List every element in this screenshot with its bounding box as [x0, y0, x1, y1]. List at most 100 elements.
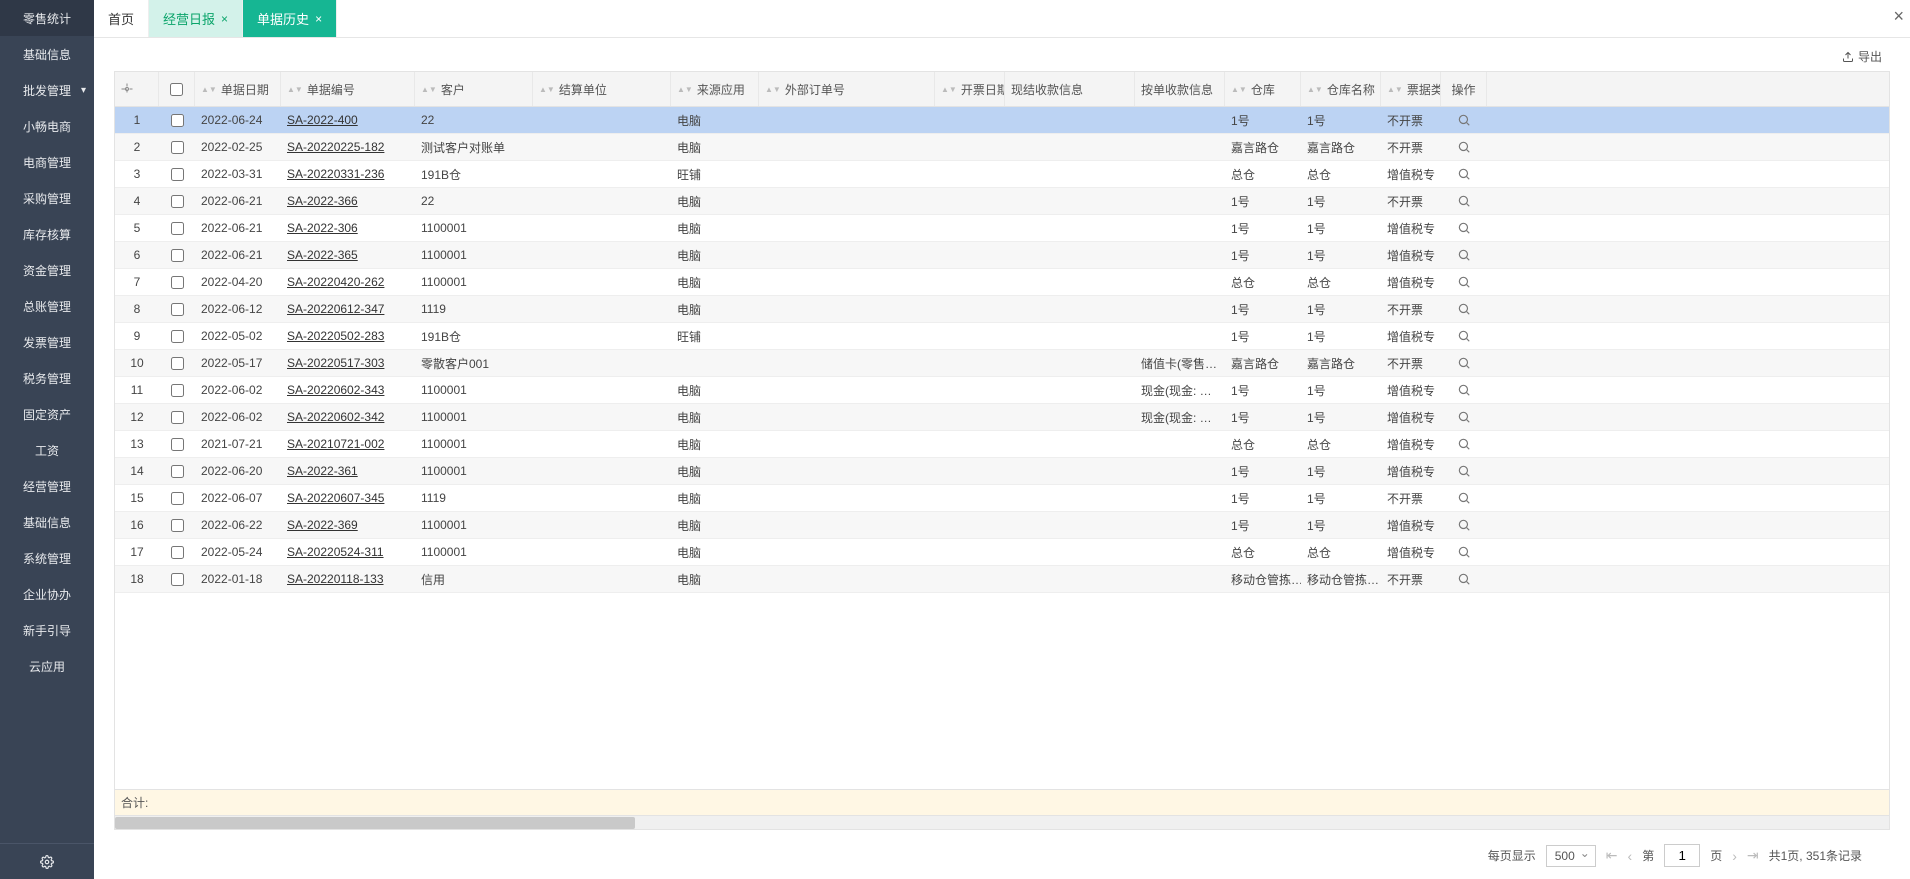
magnifier-icon[interactable]: [1457, 194, 1471, 208]
row-select[interactable]: [159, 269, 195, 295]
select-all-checkbox[interactable]: [170, 83, 183, 96]
row-checkbox[interactable]: [171, 438, 184, 451]
cell-doc-no[interactable]: SA-2022-369: [281, 512, 415, 538]
sidebar-item-17[interactable]: 新手引导: [0, 612, 94, 648]
cell-action[interactable]: [1441, 269, 1487, 295]
cell-action[interactable]: [1441, 107, 1487, 133]
cell-doc-no[interactable]: SA-20220420-262: [281, 269, 415, 295]
table-row[interactable]: 142022-06-20SA-2022-3611100001电脑1号1号增值税专: [115, 458, 1889, 485]
cell-doc-no[interactable]: SA-20220118-133: [281, 566, 415, 592]
table-row[interactable]: 12022-06-24SA-2022-40022电脑1号1号不开票: [115, 107, 1889, 134]
cell-action[interactable]: [1441, 188, 1487, 214]
table-row[interactable]: 132021-07-21SA-20210721-0021100001电脑总仓总仓…: [115, 431, 1889, 458]
row-checkbox[interactable]: [171, 384, 184, 397]
magnifier-icon[interactable]: [1457, 113, 1471, 127]
magnifier-icon[interactable]: [1457, 221, 1471, 235]
cell-doc-no[interactable]: SA-20220612-347: [281, 296, 415, 322]
horizontal-scrollbar[interactable]: [115, 815, 1889, 829]
sidebar-item-14[interactable]: 基础信息: [0, 504, 94, 540]
row-select[interactable]: [159, 215, 195, 241]
magnifier-icon[interactable]: [1457, 437, 1471, 451]
row-select[interactable]: [159, 350, 195, 376]
magnifier-icon[interactable]: [1457, 464, 1471, 478]
last-page[interactable]: ⇥: [1747, 847, 1759, 864]
cell-doc-no[interactable]: SA-20220502-283: [281, 323, 415, 349]
close-icon[interactable]: ×: [315, 12, 322, 26]
sidebar-item-11[interactable]: 固定资产: [0, 396, 94, 432]
row-checkbox[interactable]: [171, 573, 184, 586]
row-select[interactable]: [159, 296, 195, 322]
sidebar-item-3[interactable]: 小畅电商: [0, 108, 94, 144]
cell-action[interactable]: [1441, 161, 1487, 187]
row-select[interactable]: [159, 431, 195, 457]
cell-action[interactable]: [1441, 404, 1487, 430]
table-row[interactable]: 32022-03-31SA-20220331-236191B仓旺铺总仓总仓增值税…: [115, 161, 1889, 188]
col-no[interactable]: ▲▼单据编号: [281, 72, 415, 106]
row-select[interactable]: [159, 188, 195, 214]
cell-action[interactable]: [1441, 566, 1487, 592]
cell-action[interactable]: [1441, 323, 1487, 349]
cell-doc-no[interactable]: SA-20220225-182: [281, 134, 415, 160]
magnifier-icon[interactable]: [1457, 410, 1471, 424]
cell-action[interactable]: [1441, 458, 1487, 484]
row-checkbox[interactable]: [171, 330, 184, 343]
row-select[interactable]: [159, 323, 195, 349]
table-row[interactable]: 92022-05-02SA-20220502-283191B仓旺铺1号1号增值税…: [115, 323, 1889, 350]
magnifier-icon[interactable]: [1457, 167, 1471, 181]
row-select[interactable]: [159, 107, 195, 133]
table-row[interactable]: 82022-06-12SA-20220612-3471119电脑1号1号不开票: [115, 296, 1889, 323]
sidebar-item-1[interactable]: 基础信息: [0, 36, 94, 72]
row-select[interactable]: [159, 242, 195, 268]
sidebar-item-16[interactable]: 企业协办: [0, 576, 94, 612]
cell-action[interactable]: [1441, 134, 1487, 160]
magnifier-icon[interactable]: [1457, 491, 1471, 505]
col-customer[interactable]: ▲▼客户: [415, 72, 533, 106]
sidebar-item-18[interactable]: 云应用: [0, 648, 94, 684]
sidebar-item-8[interactable]: 总账管理: [0, 288, 94, 324]
table-row[interactable]: 152022-06-07SA-20220607-3451119电脑1号1号不开票: [115, 485, 1889, 512]
cell-action[interactable]: [1441, 512, 1487, 538]
magnifier-icon[interactable]: [1457, 572, 1471, 586]
row-select[interactable]: [159, 566, 195, 592]
table-row[interactable]: 52022-06-21SA-2022-3061100001电脑1号1号增值税专: [115, 215, 1889, 242]
table-row[interactable]: 182022-01-18SA-20220118-133信用电脑移动仓管拣…移动仓…: [115, 566, 1889, 593]
cell-doc-no[interactable]: SA-20220331-236: [281, 161, 415, 187]
col-source[interactable]: ▲▼来源应用: [671, 72, 759, 106]
sidebar-item-10[interactable]: 税务管理: [0, 360, 94, 396]
cell-doc-no[interactable]: SA-2022-365: [281, 242, 415, 268]
col-settle[interactable]: ▲▼结算单位: [533, 72, 671, 106]
cell-doc-no[interactable]: SA-2022-400: [281, 107, 415, 133]
col-config[interactable]: [115, 72, 159, 106]
cell-doc-no[interactable]: SA-2022-361: [281, 458, 415, 484]
sidebar-item-6[interactable]: 库存核算: [0, 216, 94, 252]
page-input[interactable]: [1664, 844, 1700, 867]
cell-doc-no[interactable]: SA-20210721-002: [281, 431, 415, 457]
cell-action[interactable]: [1441, 215, 1487, 241]
row-checkbox[interactable]: [171, 465, 184, 478]
row-checkbox[interactable]: [171, 519, 184, 532]
cell-action[interactable]: [1441, 431, 1487, 457]
table-row[interactable]: 112022-06-02SA-20220602-3431100001电脑现金(现…: [115, 377, 1889, 404]
magnifier-icon[interactable]: [1457, 140, 1471, 154]
col-invoice-date[interactable]: ▲▼开票日期: [935, 72, 1005, 106]
cell-doc-no[interactable]: SA-20220602-342: [281, 404, 415, 430]
per-page-select[interactable]: 500: [1546, 845, 1596, 867]
magnifier-icon[interactable]: [1457, 302, 1471, 316]
row-select[interactable]: [159, 404, 195, 430]
col-date[interactable]: ▲▼单据日期: [195, 72, 281, 106]
row-select[interactable]: [159, 458, 195, 484]
table-row[interactable]: 72022-04-20SA-20220420-2621100001电脑总仓总仓增…: [115, 269, 1889, 296]
export-button[interactable]: 导出: [1842, 48, 1882, 65]
scrollbar-thumb[interactable]: [115, 817, 635, 829]
sidebar-item-15[interactable]: 系统管理: [0, 540, 94, 576]
row-checkbox[interactable]: [171, 276, 184, 289]
sidebar-item-4[interactable]: 电商管理: [0, 144, 94, 180]
sidebar-item-9[interactable]: 发票管理: [0, 324, 94, 360]
magnifier-icon[interactable]: [1457, 383, 1471, 397]
table-row[interactable]: 172022-05-24SA-20220524-3111100001电脑总仓总仓…: [115, 539, 1889, 566]
row-checkbox[interactable]: [171, 303, 184, 316]
col-ticket[interactable]: ▲▼票据类: [1381, 72, 1441, 106]
row-checkbox[interactable]: [171, 357, 184, 370]
cell-doc-no[interactable]: SA-2022-366: [281, 188, 415, 214]
col-select-all[interactable]: [159, 72, 195, 106]
